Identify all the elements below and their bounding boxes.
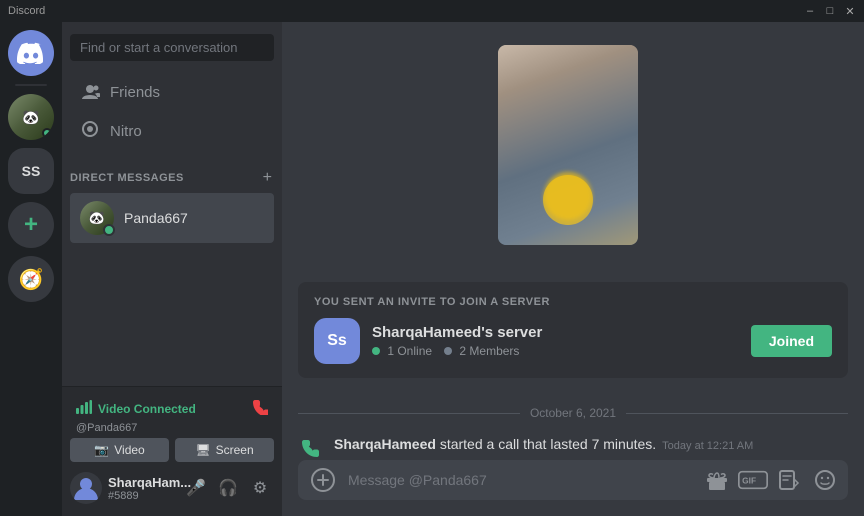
deafen-button[interactable]: 🎧	[214, 474, 242, 502]
panda667-avatar: 🐼	[80, 201, 114, 235]
online-count: 1 Online	[372, 344, 432, 358]
title-bar-controls: – □ ✕	[804, 5, 856, 17]
mute-button[interactable]: 🎤	[182, 474, 210, 502]
video-connected-badge: Video Connected	[70, 395, 274, 422]
chat-main: YOU SENT AN INVITE TO JOIN A SERVER Ss S…	[282, 22, 864, 516]
message-1-text: SharqaHameed started a call that lasted …	[334, 436, 753, 452]
video-connected-label: Video Connected	[98, 402, 196, 416]
microphone-icon: 🎤	[186, 478, 206, 498]
msg-1-time: Today at 12:21 AM	[662, 440, 753, 452]
panda667-name: Panda667	[124, 210, 264, 226]
profile-area	[282, 22, 864, 282]
chat-input-box: GIF	[298, 460, 848, 500]
bottom-controls: 🎤 🎧 ⚙	[182, 474, 274, 502]
message-1: SharqaHameed started a call that lasted …	[298, 432, 848, 460]
chat-input-area: GIF	[282, 460, 864, 516]
date-divider-text: October 6, 2021	[530, 406, 616, 420]
bottom-discriminator: #5889	[108, 490, 176, 502]
gift-button[interactable]	[702, 465, 732, 495]
sidebar-item-nitro[interactable]: Nitro	[70, 112, 274, 151]
explore-button[interactable]: 🧭	[8, 256, 54, 302]
bottom-user-avatar	[70, 472, 102, 504]
dm-search-area	[62, 22, 282, 73]
message-input[interactable]	[348, 460, 694, 500]
date-divider: October 6, 2021	[298, 398, 848, 428]
nitro-label: Nitro	[110, 123, 142, 140]
invite-card-inner: Ss SharqaHameed's server 1 Online 2 Memb…	[314, 318, 832, 364]
friends-icon	[80, 81, 100, 104]
video-controls-row: 📷 Video 🖥 Screen	[70, 438, 274, 462]
title-bar-title: Discord	[8, 5, 45, 17]
dm-section-header: DIRECT MESSAGES +	[62, 151, 282, 193]
panda667-status	[103, 224, 115, 236]
dm-section-title: DIRECT MESSAGES	[70, 172, 184, 184]
add-attachment-button[interactable]	[306, 463, 340, 497]
bottom-username: SharqaHam...	[108, 475, 176, 490]
title-bar: Discord – □ ✕	[0, 0, 864, 22]
app-layout: 🐼 SS + 🧭	[0, 22, 864, 516]
add-icon: +	[24, 211, 38, 239]
dm-nav: Friends Nitro	[62, 73, 282, 151]
video-button[interactable]: 📷 Video	[70, 438, 169, 462]
user-settings-button[interactable]: ⚙	[246, 474, 274, 502]
invite-label: YOU SENT AN INVITE TO JOIN A SERVER	[314, 296, 832, 308]
dm-sidebar-bottom: Video Connected @Panda667 📷 Video 🖥 Scre…	[62, 386, 282, 516]
dm-sidebar: Friends Nitro DIRECT MESSAGES + 🐼	[62, 22, 282, 516]
chat-messages: October 6, 2021 SharqaHameed started a c…	[282, 390, 864, 460]
video-label: Video	[114, 443, 144, 457]
invite-section: YOU SENT AN INVITE TO JOIN A SERVER Ss S…	[298, 282, 848, 378]
divider-line-left	[298, 413, 520, 414]
sidebar-item-friends[interactable]: Friends	[70, 73, 274, 112]
members-count: 2 Members	[444, 344, 519, 358]
online-dot	[372, 347, 380, 355]
add-dm-button[interactable]: +	[261, 167, 274, 189]
call-icon-1	[298, 436, 322, 460]
online-status-dot	[42, 128, 52, 138]
join-button[interactable]: Joined	[751, 325, 832, 357]
server-icon-ss[interactable]: 🐼	[8, 94, 54, 140]
invite-server-name: SharqaHameed's server	[372, 324, 739, 341]
invite-server-info: SharqaHameed's server 1 Online 2 Members	[372, 324, 739, 358]
close-button[interactable]: ✕	[844, 5, 856, 17]
divider-line-right	[626, 413, 848, 414]
phone-icon[interactable]	[252, 399, 268, 418]
discord-home-button[interactable]	[8, 30, 54, 76]
signal-icon	[76, 400, 92, 417]
chat-input-actions: GIF	[702, 465, 840, 495]
server-divider	[15, 84, 47, 86]
panda667-info: Panda667	[124, 210, 264, 226]
dm-user-panda667[interactable]: 🐼 Panda667	[70, 193, 274, 243]
nitro-icon	[80, 120, 100, 143]
video-cam-icon: 📷	[94, 443, 109, 457]
emoji-button[interactable]	[810, 465, 840, 495]
headphones-icon: 🎧	[218, 478, 238, 498]
minimize-button[interactable]: –	[804, 5, 816, 17]
msg-1-sender: SharqaHameed	[334, 436, 436, 452]
members-dot	[444, 347, 452, 355]
screen-share-icon: 🖥	[195, 443, 210, 457]
invite-server-meta: 1 Online 2 Members	[372, 344, 739, 358]
profile-avatar	[498, 45, 638, 245]
server-label: SS	[22, 163, 41, 179]
search-input[interactable]	[70, 34, 274, 61]
svg-text:GIF: GIF	[742, 475, 756, 485]
gear-icon: ⚙	[253, 478, 267, 498]
sticker-button[interactable]	[774, 465, 804, 495]
server-icon-ss-text[interactable]: SS	[8, 148, 54, 194]
screen-label: Screen	[216, 443, 254, 457]
gif-button[interactable]: GIF	[738, 465, 768, 495]
message-1-content: SharqaHameed started a call that lasted …	[334, 434, 848, 455]
video-username: @Panda667	[70, 422, 274, 434]
compass-icon: 🧭	[19, 267, 44, 292]
invite-server-icon: Ss	[314, 318, 360, 364]
friends-label: Friends	[110, 84, 160, 101]
msg-1-body: started a call that lasted 7 minutes.	[436, 436, 656, 452]
screen-button[interactable]: 🖥 Screen	[175, 438, 274, 462]
bottom-user-area: SharqaHam... #5889 🎤 🎧 ⚙	[70, 468, 274, 508]
bottom-user-info: SharqaHam... #5889	[108, 475, 176, 502]
maximize-button[interactable]: □	[824, 5, 836, 17]
server-sidebar: 🐼 SS + 🧭	[0, 22, 62, 516]
add-server-button[interactable]: +	[8, 202, 54, 248]
profile-card	[498, 45, 648, 260]
